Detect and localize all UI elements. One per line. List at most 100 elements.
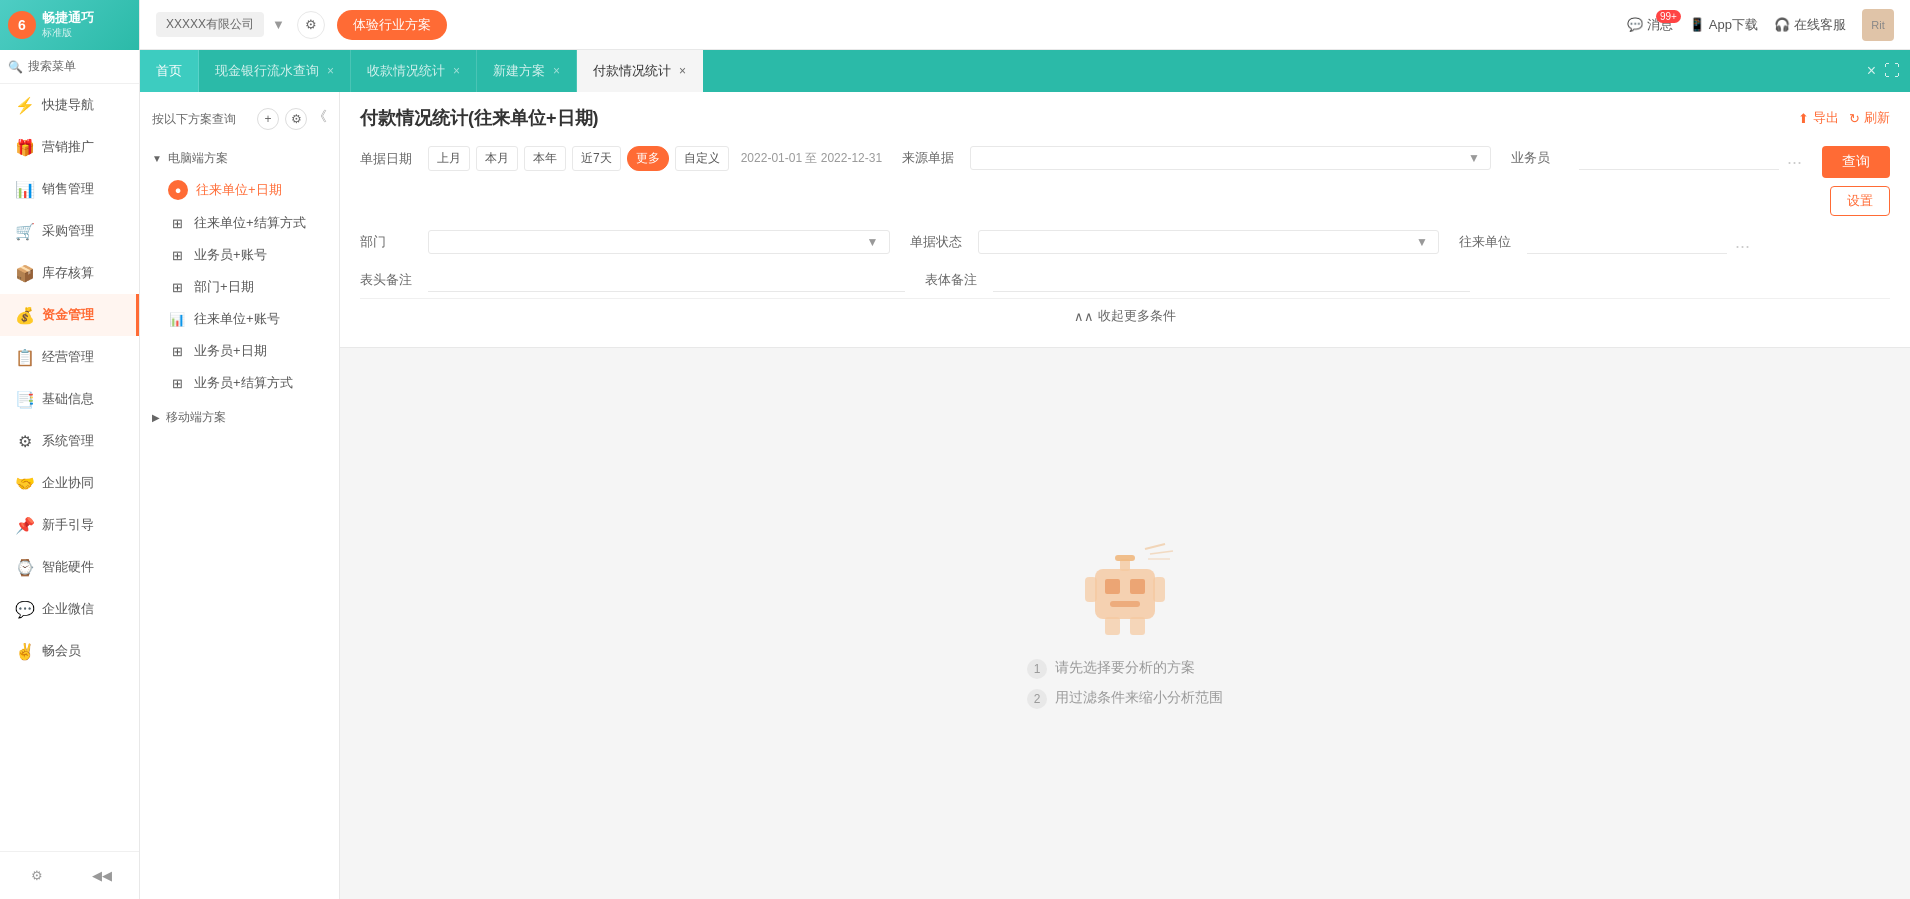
svg-rect-2 — [1130, 579, 1145, 594]
hardware-icon: ⌚ — [16, 558, 34, 576]
quick-nav-icon: ⚡ — [16, 96, 34, 114]
company-selector[interactable]: XXXXX有限公司 ▼ — [156, 12, 285, 37]
voucher-status-select[interactable]: ▼ — [978, 230, 1440, 254]
sidebar-item-quick-nav[interactable]: ⚡ 快捷导航 — [0, 84, 139, 126]
refresh-btn[interactable]: ↻ 刷新 — [1849, 109, 1890, 127]
company-dropdown-icon[interactable]: ▼ — [272, 17, 285, 32]
mobile-scheme-section: ▶ 移动端方案 — [140, 403, 339, 432]
last-month-btn[interactable]: 上月 — [428, 146, 470, 171]
query-btn[interactable]: 查询 — [1822, 146, 1890, 178]
last-7days-btn[interactable]: 近7天 — [572, 146, 621, 171]
finance-icon: 💰 — [16, 306, 34, 324]
sidebar-item-system[interactable]: ⚙ 系统管理 — [0, 420, 139, 462]
desktop-section-title[interactable]: ▼ 电脑端方案 — [140, 144, 339, 173]
collapse-up-icon: ∧∧ — [1074, 309, 1094, 324]
svg-rect-8 — [1105, 617, 1120, 635]
topbar-settings-btn[interactable]: ⚙ — [297, 11, 325, 39]
sidebar-item-purchase[interactable]: 🛒 采购管理 — [0, 210, 139, 252]
dept-select[interactable]: ▼ — [428, 230, 890, 254]
table-head-note-input[interactable] — [428, 268, 905, 292]
tab-payment-stat-close[interactable]: × — [679, 64, 686, 78]
salesman-date-icon: ⊞ — [168, 342, 186, 360]
app-download-btn[interactable]: 📱 App下载 — [1689, 16, 1758, 34]
this-month-btn[interactable]: 本月 — [476, 146, 518, 171]
tab-collection-stat-close[interactable]: × — [453, 64, 460, 78]
sidebar-settings-btn[interactable]: ⚙ — [8, 862, 66, 889]
svg-rect-3 — [1110, 601, 1140, 607]
topbar: XXXXX有限公司 ▼ ⚙ 体验行业方案 💬 消息 99+ 📱 App下载 🎧 … — [140, 0, 1910, 50]
sidebar-item-wechat[interactable]: 💬 企业微信 — [0, 588, 139, 630]
scheme-item-dept-date[interactable]: ⊞ 部门+日期 — [140, 271, 339, 303]
scheme-collapse-btn[interactable]: 《 — [313, 108, 327, 130]
purchase-icon: 🛒 — [16, 222, 34, 240]
source-voucher-label: 来源单据 — [902, 149, 962, 167]
export-btn[interactable]: ⬆ 导出 — [1798, 109, 1839, 127]
partner-dots[interactable]: ... — [1735, 232, 1750, 253]
sidebar-header: 6 畅捷通巧 标准版 — [0, 0, 139, 50]
scheme-item-partner-date[interactable]: ● 往来单位+日期 — [140, 173, 339, 207]
sidebar-item-operations[interactable]: 📋 经营管理 — [0, 336, 139, 378]
partner-input[interactable] — [1527, 230, 1727, 254]
sidebar-collapse-btn[interactable]: ◀◀ — [74, 862, 132, 889]
date-range-display: 2022-01-01 至 2022-12-31 — [741, 150, 882, 167]
tab-home[interactable]: 首页 — [140, 50, 199, 92]
collapse-more-btn[interactable]: ∧∧ 收起更多条件 — [360, 298, 1890, 333]
table-body-note-input[interactable] — [993, 268, 1470, 292]
customer-service-btn[interactable]: 🎧 在线客服 — [1774, 16, 1846, 34]
tab-maximize-btn[interactable]: ⛶ — [1884, 62, 1900, 80]
scheme-label: 按以下方案查询 — [152, 111, 236, 128]
user-avatar[interactable]: Rit — [1862, 9, 1894, 41]
dept-select-arrow: ▼ — [867, 235, 879, 249]
sidebar-item-marketing[interactable]: 🎁 营销推广 — [0, 126, 139, 168]
sidebar-item-sales[interactable]: 📊 销售管理 — [0, 168, 139, 210]
desktop-scheme-section: ▼ 电脑端方案 ● 往来单位+日期 ⊞ 往来单位+结算方式 ⊞ 业务员+账号 — [140, 144, 339, 399]
svg-line-11 — [1150, 551, 1173, 554]
table-head-note-label: 表头备注 — [360, 271, 420, 289]
tab-new-scheme[interactable]: 新建方案 × — [477, 50, 577, 92]
scheme-item-salesman-date[interactable]: ⊞ 业务员+日期 — [140, 335, 339, 367]
search-menu[interactable]: 🔍 搜索菜单 — [0, 50, 139, 84]
basic-info-icon: 📑 — [16, 390, 34, 408]
mobile-section-arrow: ▶ — [152, 412, 160, 423]
tab-collection-stat[interactable]: 收款情况统计 × — [351, 50, 477, 92]
page-title: 付款情况统计(往来单位+日期) — [360, 106, 599, 130]
guide-icon: 📌 — [16, 516, 34, 534]
scheme-item-partner-account[interactable]: 📊 往来单位+账号 — [140, 303, 339, 335]
sidebar-item-vip[interactable]: ✌ 畅会员 — [0, 630, 139, 672]
page-content: 按以下方案查询 + ⚙ 《 ▼ 电脑端方案 ● 往来单位+日期 — [140, 92, 1910, 899]
empty-hints: 1 请先选择要分析的方案 2 用过滤条件来缩小分析范围 — [1027, 659, 1223, 709]
messages-btn[interactable]: 💬 消息 99+ — [1627, 16, 1673, 34]
trial-btn[interactable]: 体验行业方案 — [337, 10, 447, 40]
enterprise-icon: 🤝 — [16, 474, 34, 492]
sidebar-footer: ⚙ ◀◀ — [0, 851, 139, 899]
main-content: XXXXX有限公司 ▼ ⚙ 体验行业方案 💬 消息 99+ 📱 App下载 🎧 … — [140, 0, 1910, 899]
scheme-item-partner-payment[interactable]: ⊞ 往来单位+结算方式 — [140, 207, 339, 239]
tab-bank-flow-close[interactable]: × — [327, 64, 334, 78]
mobile-section-title[interactable]: ▶ 移动端方案 — [140, 403, 339, 432]
salesman-dots[interactable]: ... — [1787, 148, 1802, 169]
salesman-input[interactable] — [1579, 146, 1779, 170]
custom-btn[interactable]: 自定义 — [675, 146, 729, 171]
refresh-icon: ↻ — [1849, 111, 1860, 126]
tab-bank-flow[interactable]: 现金银行流水查询 × — [199, 50, 351, 92]
wechat-icon: 💬 — [16, 600, 34, 618]
tab-close-all-btn[interactable]: × — [1867, 62, 1876, 80]
sidebar-item-guide[interactable]: 📌 新手引导 — [0, 504, 139, 546]
scheme-settings-btn[interactable]: ⚙ — [285, 108, 307, 130]
tab-payment-stat[interactable]: 付款情况统计 × — [577, 50, 703, 92]
sidebar-item-inventory[interactable]: 📦 库存核算 — [0, 252, 139, 294]
more-btn[interactable]: 更多 — [627, 146, 669, 171]
filter-settings-btn[interactable]: 设置 — [1830, 186, 1890, 216]
scheme-item-salesman-account[interactable]: ⊞ 业务员+账号 — [140, 239, 339, 271]
sidebar-item-finance[interactable]: 💰 资金管理 — [0, 294, 139, 336]
this-year-btn[interactable]: 本年 — [524, 146, 566, 171]
scheme-item-salesman-payment[interactable]: ⊞ 业务员+结算方式 — [140, 367, 339, 399]
sidebar-item-enterprise[interactable]: 🤝 企业协同 — [0, 462, 139, 504]
scheme-add-btn[interactable]: + — [257, 108, 279, 130]
tab-new-scheme-close[interactable]: × — [553, 64, 560, 78]
source-voucher-select[interactable]: ▼ — [970, 146, 1491, 170]
service-icon: 🎧 — [1774, 17, 1790, 32]
partner-account-icon: 📊 — [168, 310, 186, 328]
sidebar-item-hardware[interactable]: ⌚ 智能硬件 — [0, 546, 139, 588]
sidebar-item-basic-info[interactable]: 📑 基础信息 — [0, 378, 139, 420]
